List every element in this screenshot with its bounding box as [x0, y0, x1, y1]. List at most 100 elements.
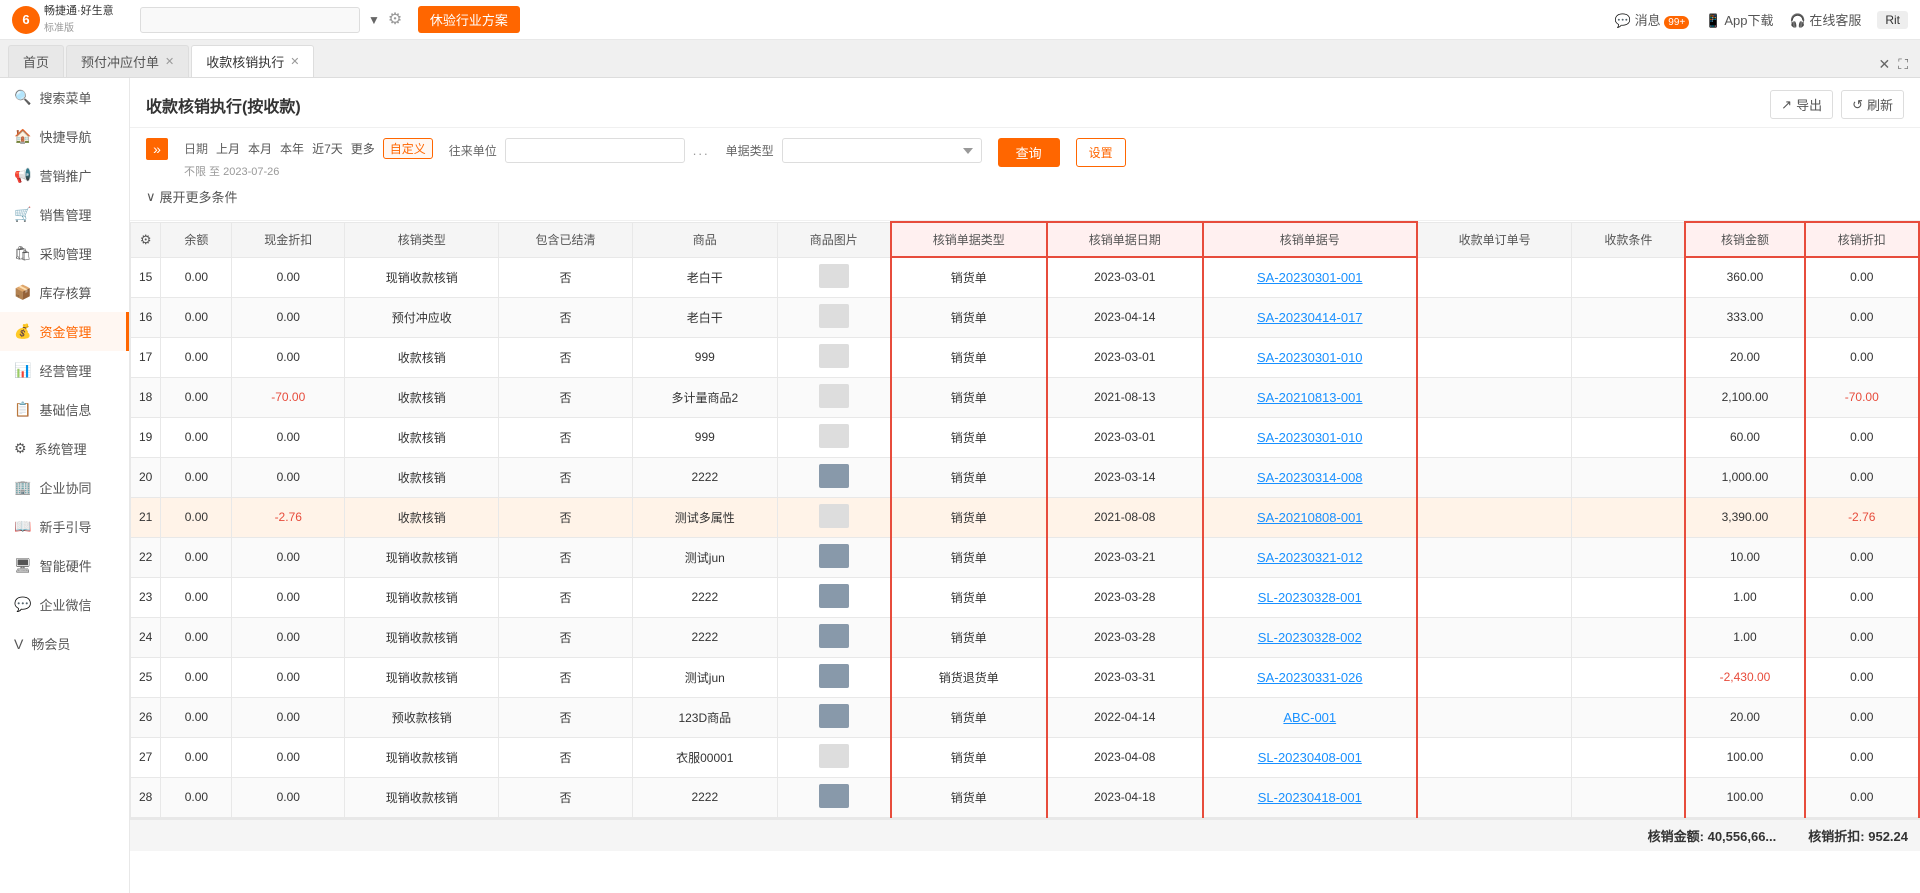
type-select[interactable]	[782, 138, 982, 163]
refresh-icon: ↺	[1852, 97, 1863, 113]
from-unit-input[interactable]	[505, 138, 685, 163]
sidebar-item-quick-nav[interactable]: 🏠 快捷导航	[0, 117, 129, 156]
sidebar-item-enterprise[interactable]: 🏢 企业协同	[0, 468, 129, 507]
page-header: 收款核销执行(按收款) ↗ 导出 ↺ 刷新	[130, 78, 1920, 128]
cell-included: 否	[499, 257, 632, 297]
cell-cancel-amount: 100.00	[1685, 777, 1804, 817]
cell-bill-no[interactable]: SA-20230314-008	[1203, 457, 1417, 497]
cell-bill-no[interactable]: SL-20230328-002	[1203, 617, 1417, 657]
cell-receipt-cond	[1572, 537, 1686, 577]
cell-included: 否	[499, 737, 632, 777]
cell-no: 26	[131, 697, 161, 737]
gear-icon[interactable]: ⚙	[388, 9, 410, 31]
online-service-btn[interactable]: 🎧 在线客服	[1790, 10, 1862, 29]
product-image	[819, 624, 849, 648]
sidebar-item-basic[interactable]: 📋 基础信息	[0, 390, 129, 429]
expand-more-btn[interactable]: ∨ 展开更多条件	[146, 187, 1904, 206]
cell-receipt-order	[1417, 697, 1572, 737]
date-this-month[interactable]: 本月	[248, 140, 272, 157]
setting-button[interactable]: 设置	[1076, 138, 1126, 167]
th-gear[interactable]: ⚙	[131, 222, 161, 257]
date-this-year[interactable]: 本年	[280, 140, 304, 157]
date-custom[interactable]: 自定义	[383, 138, 433, 159]
cell-receipt-cond	[1572, 297, 1686, 337]
from-unit-label: 往来单位	[449, 142, 497, 159]
cell-cancel-amount: 333.00	[1685, 297, 1804, 337]
fund-icon: 💰	[14, 323, 31, 340]
sidebar-item-marketing[interactable]: 📢 营销推广	[0, 156, 129, 195]
sidebar-item-operation[interactable]: 📊 经营管理	[0, 351, 129, 390]
sidebar-item-hardware[interactable]: 🖥 智能硬件	[0, 546, 129, 585]
tab-maximize-icon[interactable]: ⛶	[1898, 56, 1908, 73]
quick-nav-icon: 🏠	[14, 128, 31, 145]
cell-bill-no[interactable]: SL-20230418-001	[1203, 777, 1417, 817]
product-image-placeholder	[819, 384, 849, 408]
sidebar-item-wechat[interactable]: 💬 企业微信	[0, 585, 129, 624]
cell-receipt-order	[1417, 257, 1572, 297]
cell-bill-no[interactable]: SA-20230301-010	[1203, 417, 1417, 457]
data-table: ⚙ 余额 现金折扣 核销类型 包含已结清 商品 商品图片 核销单据类型 核销单据…	[130, 221, 1920, 818]
sidebar-item-inventory[interactable]: 📦 库存核算	[0, 273, 129, 312]
cell-included: 否	[499, 497, 632, 537]
cell-bill-no[interactable]: SA-20230321-012	[1203, 537, 1417, 577]
cell-cancel-discount: 0.00	[1805, 617, 1920, 657]
product-image	[819, 704, 849, 728]
query-button[interactable]: 查询	[998, 138, 1060, 167]
sidebar-item-purchase[interactable]: 🛍 采购管理	[0, 234, 129, 273]
cell-bill-date: 2023-03-28	[1047, 577, 1203, 617]
sales-icon: 🛒	[14, 206, 31, 223]
cell-receipt-cond	[1572, 337, 1686, 377]
operation-icon: 📊	[14, 362, 31, 379]
cell-bill-no[interactable]: SL-20230408-001	[1203, 737, 1417, 777]
solution-button[interactable]: 休验行业方案	[418, 6, 520, 33]
cell-receipt-cond	[1572, 777, 1686, 817]
cell-product: 2222	[632, 617, 777, 657]
table-area: ⚙ 余额 现金折扣 核销类型 包含已结清 商品 商品图片 核销单据类型 核销单据…	[130, 221, 1920, 893]
search-dropdown[interactable]: ▼	[368, 13, 380, 27]
sidebar-item-fund[interactable]: 💰 资金管理	[0, 312, 129, 351]
from-unit-more[interactable]: ...	[693, 143, 710, 158]
sidebar-item-member[interactable]: V 畅会员	[0, 624, 129, 663]
search-input[interactable]	[140, 7, 360, 33]
tab-close-all-icon[interactable]: ✕	[1878, 56, 1890, 73]
cell-cancel-discount: 0.00	[1805, 297, 1920, 337]
cell-receipt-cond	[1572, 377, 1686, 417]
refresh-button[interactable]: ↺ 刷新	[1841, 90, 1904, 119]
cell-cancel-amount: -2,430.00	[1685, 657, 1804, 697]
table-row: 22 0.00 0.00 现销收款核销 否 测试jun 销货单 2023-03-…	[131, 537, 1920, 577]
cell-bill-no[interactable]: SL-20230328-001	[1203, 577, 1417, 617]
cell-no: 24	[131, 617, 161, 657]
date-prev-month[interactable]: 上月	[216, 140, 240, 157]
inventory-icon: 📦	[14, 284, 31, 301]
tab-home[interactable]: 首页	[8, 45, 64, 77]
filter-expand-button[interactable]: »	[146, 138, 168, 160]
message-btn[interactable]: 💬 消息 99+	[1615, 10, 1689, 29]
cell-bill-type: 销货单	[891, 777, 1047, 817]
tab-receipt-close[interactable]: ✕	[290, 55, 299, 68]
cell-product-img	[777, 257, 891, 297]
app-download-btn[interactable]: 📱 App下载	[1705, 10, 1773, 29]
sidebar-item-sales[interactable]: 🛒 销售管理	[0, 195, 129, 234]
export-button[interactable]: ↗ 导出	[1770, 90, 1833, 119]
date-7days[interactable]: 近7天	[312, 140, 343, 157]
cell-bill-no[interactable]: SA-20230301-001	[1203, 257, 1417, 297]
cell-cancel-discount: 0.00	[1805, 577, 1920, 617]
cell-bill-no[interactable]: ABC-001	[1203, 697, 1417, 737]
sidebar-item-system[interactable]: ⚙ 系统管理	[0, 429, 129, 468]
sidebar-item-guide[interactable]: 📖 新手引导	[0, 507, 129, 546]
cell-no: 25	[131, 657, 161, 697]
purchase-icon: 🛍	[14, 245, 32, 262]
cell-bill-no[interactable]: SA-20210808-001	[1203, 497, 1417, 537]
app-logo: 6 畅捷通·好生意 标准版	[12, 2, 132, 38]
sidebar-item-search-menu[interactable]: 🔍 搜索菜单	[0, 78, 129, 117]
table-footer: 核销金额: 40,556,66... 核销折扣: 952.24	[130, 818, 1920, 851]
tab-receipt[interactable]: 收款核销执行 ✕	[191, 45, 314, 77]
cell-product-img	[777, 657, 891, 697]
tab-prepay-close[interactable]: ✕	[165, 55, 174, 68]
tab-prepay[interactable]: 预付冲应付单 ✕	[66, 45, 189, 77]
cell-bill-no[interactable]: SA-20230331-026	[1203, 657, 1417, 697]
cell-bill-no[interactable]: SA-20230414-017	[1203, 297, 1417, 337]
cell-bill-no[interactable]: SA-20210813-001	[1203, 377, 1417, 417]
cell-bill-no[interactable]: SA-20230301-010	[1203, 337, 1417, 377]
date-more[interactable]: 更多	[351, 140, 375, 157]
